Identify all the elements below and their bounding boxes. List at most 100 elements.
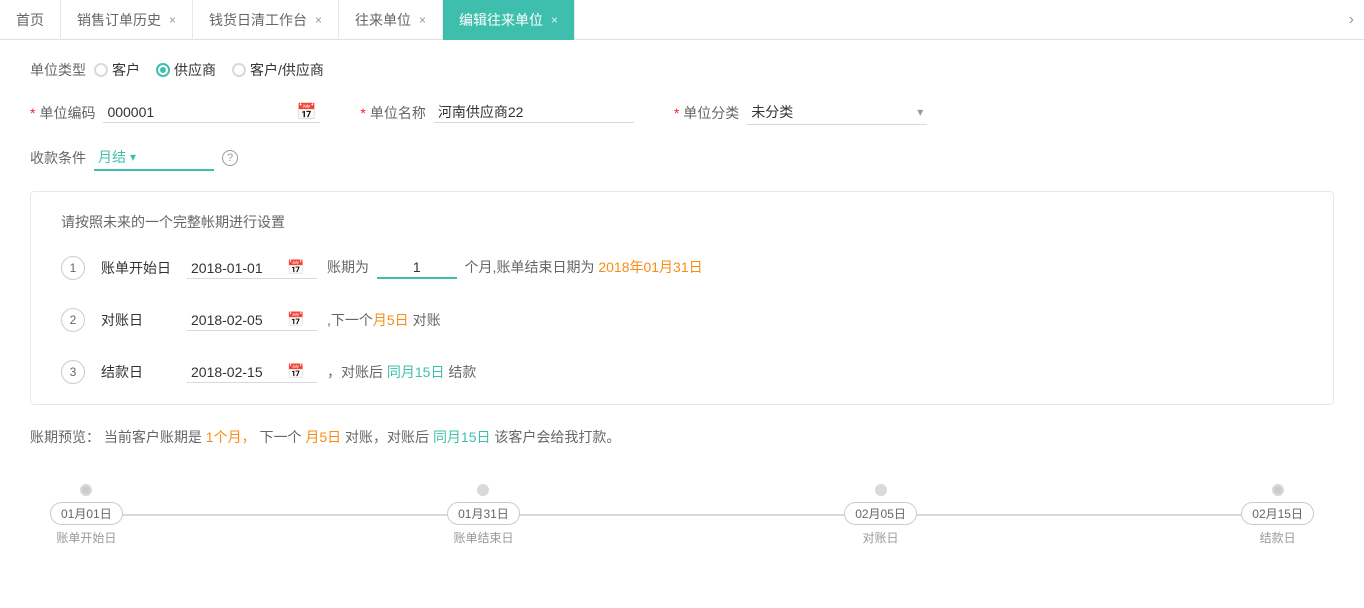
- date-input-wrapper-3: 📅: [187, 362, 317, 383]
- payment-condition-arrow: ▾: [130, 150, 136, 164]
- radio-supplier[interactable]: 供应商: [156, 60, 216, 80]
- unit-info-row: * 单位编码 📅 * 单位名称 * 单位分类 未分类 ▾: [30, 100, 1334, 125]
- radio-label-customer-supplier: 客户/供应商: [250, 60, 324, 80]
- payment-condition-field: 收款条件 月结 ▾ ?: [30, 145, 238, 171]
- radio-label-customer: 客户: [112, 60, 140, 80]
- timeline-badge-2: 02月05日: [844, 502, 917, 525]
- period-settings-box: 请按照未来的一个完整帐期进行设置 1 账单开始日 📅 账期为 个月,账单结束日期…: [30, 191, 1334, 405]
- timeline-badge-1: 01月31日: [447, 502, 520, 525]
- radio-label-supplier: 供应商: [174, 60, 216, 80]
- timeline-dot-2: [875, 484, 887, 496]
- unit-name-input[interactable]: [434, 102, 634, 123]
- period-field-label-1: 账单开始日: [101, 258, 171, 278]
- payment-day-highlight: 同月15日: [387, 364, 445, 380]
- end-date-highlight: 2018年01月31日: [598, 259, 702, 275]
- period-desc-2: ,下一个月5日 对账: [327, 310, 441, 330]
- period-field-label-2: 对账日: [101, 310, 171, 330]
- date-input-1[interactable]: [187, 258, 287, 278]
- main-content: 单位类型 客户 供应商 客户/供应商 * 单位编码: [0, 40, 1364, 608]
- timeline-label-1: 账单结束日: [453, 529, 513, 546]
- unit-code-field: * 单位编码 📅: [30, 102, 320, 123]
- timeline-point-1: 01月31日 账单结束日: [447, 484, 520, 546]
- period-row-3: 3 结款日 📅 ，对账后 同月15日 结款: [61, 360, 1303, 384]
- payment-condition-label: 收款条件: [30, 148, 86, 168]
- unit-category-field: * 单位分类 未分类 ▾: [674, 100, 927, 125]
- radio-customer[interactable]: 客户: [94, 60, 140, 80]
- preview-text-2: 下一个: [259, 429, 301, 445]
- unit-code-input[interactable]: [103, 102, 292, 122]
- preview-highlight3: 同月15日: [433, 429, 491, 445]
- unit-type-label: 单位类型: [30, 60, 86, 80]
- close-cashflow[interactable]: ×: [315, 13, 322, 27]
- unit-category-required: *: [674, 105, 679, 121]
- date-input-2[interactable]: [187, 310, 287, 330]
- unit-type-row: 单位类型 客户 供应商 客户/供应商: [30, 60, 1334, 80]
- period-desc-1: 账期为 个月,账单结束日期为 2018年01月31日: [327, 257, 703, 279]
- close-partner[interactable]: ×: [419, 13, 426, 27]
- preview-highlight1: 1个月，: [206, 429, 256, 445]
- radio-circle-supplier: [156, 63, 170, 77]
- tab-sales-history[interactable]: 销售订单历史 ×: [61, 0, 193, 40]
- date-input-wrapper-1: 📅: [187, 258, 317, 279]
- tabs-scroll-arrow[interactable]: ›: [1339, 11, 1364, 29]
- date-input-3[interactable]: [187, 362, 287, 382]
- timeline-wrapper: 01月01日 账单开始日 01月31日 账单结束日 02月05日 对账日 02月…: [30, 474, 1334, 556]
- unit-type-field: 单位类型 客户 供应商 客户/供应商: [30, 60, 324, 80]
- unit-type-radio-group: 客户 供应商 客户/供应商: [94, 60, 324, 80]
- unit-name-required: *: [360, 105, 365, 121]
- close-sales-history[interactable]: ×: [169, 13, 176, 27]
- timeline-badge-3: 02月15日: [1241, 502, 1314, 525]
- calendar-icon-3[interactable]: 📅: [287, 363, 304, 380]
- timeline-point-0: 01月01日 账单开始日: [50, 484, 123, 546]
- timeline-point-2: 02月05日 对账日: [844, 484, 917, 546]
- period-number-1: 1: [61, 256, 85, 280]
- period-row-2: 2 对账日 📅 ,下一个月5日 对账: [61, 308, 1303, 332]
- unit-name-label: 单位名称: [370, 103, 426, 123]
- months-input[interactable]: [377, 257, 457, 279]
- timeline-dot-1: [477, 484, 489, 496]
- period-field-label-3: 结款日: [101, 362, 171, 382]
- unit-code-required: *: [30, 105, 35, 121]
- tab-home[interactable]: 首页: [0, 0, 61, 40]
- timeline-badge-0: 01月01日: [50, 502, 123, 525]
- unit-category-arrow: ▾: [913, 105, 927, 119]
- preview-text-container: 账期预览： 当前客户账期是 1个月， 下一个 月5日 对账，对账后 同月15日 …: [30, 425, 1334, 450]
- period-number-3: 3: [61, 360, 85, 384]
- date-input-wrapper-2: 📅: [187, 310, 317, 331]
- preview-highlight2: 月5日: [305, 429, 341, 445]
- unit-name-field: * 单位名称: [360, 102, 633, 123]
- timeline-label-3: 结款日: [1260, 529, 1296, 546]
- preview-text-3: 对账，对账后: [345, 429, 429, 445]
- radio-customer-supplier[interactable]: 客户/供应商: [232, 60, 324, 80]
- timeline-dot-3: [1272, 484, 1284, 496]
- tab-cashflow[interactable]: 钱货日清工作台 ×: [193, 0, 339, 40]
- unit-category-value: 未分类: [747, 100, 913, 124]
- timeline-point-3: 02月15日 结款日: [1241, 484, 1314, 546]
- preview-text-1: 当前客户账期是: [104, 429, 202, 445]
- unit-code-icon[interactable]: 📅: [292, 102, 320, 122]
- timeline-dot-0: [80, 484, 92, 496]
- tab-edit-partner[interactable]: 编辑往来单位 ×: [443, 0, 575, 40]
- period-number-2: 2: [61, 308, 85, 332]
- calendar-icon-2[interactable]: 📅: [287, 311, 304, 328]
- timeline-label-2: 对账日: [863, 529, 899, 546]
- close-edit-partner[interactable]: ×: [551, 13, 558, 27]
- period-box-title: 请按照未来的一个完整帐期进行设置: [61, 212, 1303, 232]
- tab-partner[interactable]: 往来单位 ×: [339, 0, 443, 40]
- preview-text-4: 该客户会给我打款。: [494, 429, 620, 445]
- calendar-icon-1[interactable]: 📅: [287, 259, 304, 276]
- unit-category-select[interactable]: 未分类 ▾: [747, 100, 927, 125]
- period-row-1: 1 账单开始日 📅 账期为 个月,账单结束日期为 2018年01月31日: [61, 256, 1303, 280]
- unit-code-input-wrapper: 📅: [103, 102, 320, 123]
- unit-category-label: 单位分类: [683, 103, 739, 123]
- reconcile-day-highlight: 月5日: [373, 312, 409, 328]
- radio-circle-customer-supplier: [232, 63, 246, 77]
- help-icon[interactable]: ?: [222, 150, 238, 166]
- payment-condition-select[interactable]: 月结 ▾: [94, 145, 214, 171]
- payment-condition-value: 月结: [94, 145, 130, 169]
- tabs-bar: 首页 销售订单历史 × 钱货日清工作台 × 往来单位 × 编辑往来单位 × ›: [0, 0, 1364, 40]
- timeline-label-0: 账单开始日: [56, 529, 116, 546]
- radio-circle-customer: [94, 63, 108, 77]
- timeline-points: 01月01日 账单开始日 01月31日 账单结束日 02月05日 对账日 02月…: [50, 484, 1314, 546]
- payment-condition-row: 收款条件 月结 ▾ ?: [30, 145, 1334, 171]
